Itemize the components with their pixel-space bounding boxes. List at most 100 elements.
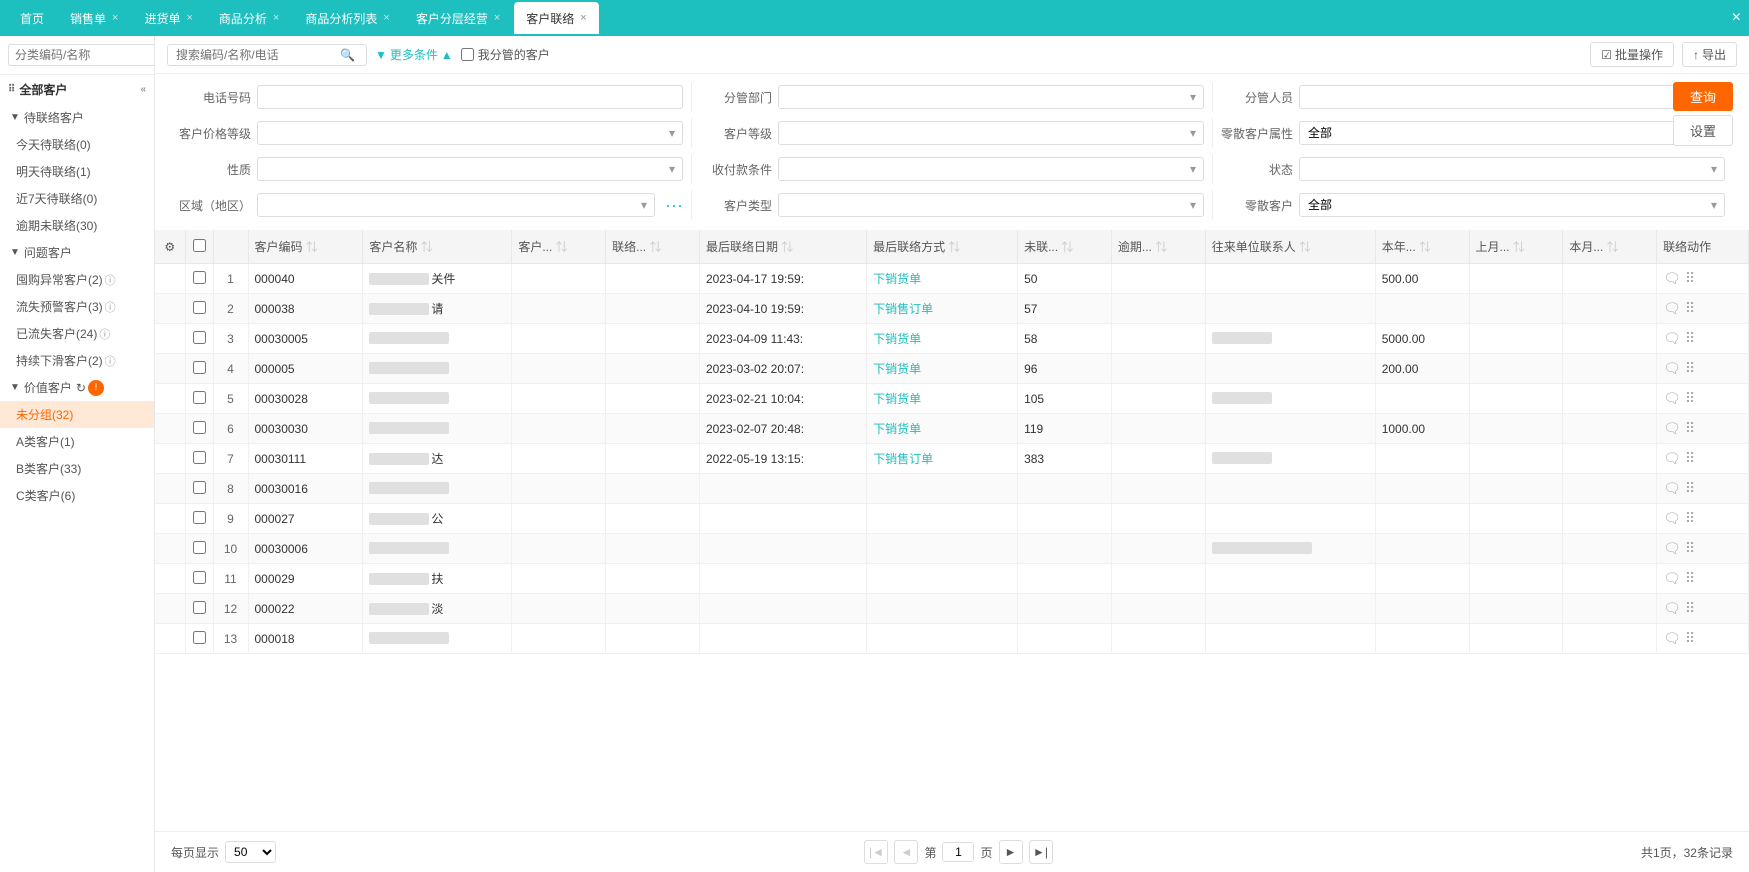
tab-customer-contact[interactable]: 客户联络 × (514, 2, 598, 34)
row-checkbox[interactable] (185, 564, 213, 594)
phone-action-icon[interactable]: 🗨 (1663, 450, 1681, 467)
sidebar-item-churned[interactable]: 已流失客户(24) ⓘ (0, 320, 154, 347)
tab-goods-analysis[interactable]: 商品分析 × (207, 2, 291, 34)
phone-action-icon[interactable]: 🗨 (1663, 570, 1681, 587)
row-checkbox[interactable] (185, 474, 213, 504)
all-customers-header[interactable]: ⠿ 全部客户 « (0, 75, 154, 104)
row-gear[interactable] (155, 294, 185, 324)
page-number-input[interactable] (942, 842, 974, 862)
phone-action-icon[interactable]: 🗨 (1663, 540, 1681, 557)
row-checkbox[interactable] (185, 414, 213, 444)
last-page-btn[interactable]: ►| (1029, 840, 1053, 864)
row-checkbox[interactable] (185, 534, 213, 564)
sidebar-item-churn-warn[interactable]: 流失预警客户(3) ⓘ (0, 293, 154, 320)
payment-select[interactable] (778, 157, 1204, 181)
phone-action-icon[interactable]: 🗨 (1663, 420, 1681, 437)
more-action-icon[interactable]: ⠿ (1685, 330, 1695, 347)
th-last-contact-method[interactable]: 最后联络方式 ⇅ (867, 230, 1018, 264)
more-action-icon[interactable]: ⠿ (1685, 630, 1695, 647)
row-checkbox[interactable] (185, 264, 213, 294)
row-checkbox[interactable] (185, 444, 213, 474)
th-type[interactable]: 客户... ⇅ (512, 230, 606, 264)
more-action-icon[interactable]: ⠿ (1685, 450, 1695, 467)
more-action-icon[interactable]: ⠿ (1685, 270, 1695, 287)
row-gear[interactable] (155, 384, 185, 414)
row-gear[interactable] (155, 324, 185, 354)
th-this-year[interactable]: 本年... ⇅ (1375, 230, 1469, 264)
sidebar-item-hoard[interactable]: 囤购异常客户(2) ⓘ (0, 266, 154, 293)
th-no-contact[interactable]: 未联... ⇅ (1018, 230, 1112, 264)
row-checkbox[interactable] (185, 324, 213, 354)
th-last-month[interactable]: 上月... ⇅ (1469, 230, 1563, 264)
next-page-btn[interactable]: ► (999, 840, 1023, 864)
phone-action-icon[interactable]: 🗨 (1663, 270, 1681, 287)
phone-action-icon[interactable]: 🗨 (1663, 360, 1681, 377)
tab-sales[interactable]: 销售单 × (58, 2, 130, 34)
status-select[interactable] (1299, 157, 1725, 181)
sidebar-item-overdue[interactable]: 逾期未联络(30) (0, 212, 154, 239)
pending-group-header[interactable]: ▼ 待联络客户 (0, 104, 154, 131)
row-checkbox[interactable] (185, 504, 213, 534)
th-gear[interactable]: ⚙ (155, 230, 185, 264)
th-overdue[interactable]: 逾期... ⇅ (1111, 230, 1205, 264)
more-action-icon[interactable]: ⠿ (1685, 420, 1695, 437)
more-action-icon[interactable]: ⠿ (1685, 390, 1695, 407)
region-select[interactable] (257, 193, 655, 217)
row-gear[interactable] (155, 354, 185, 384)
th-check[interactable] (185, 230, 213, 264)
row-gear[interactable] (155, 594, 185, 624)
row-checkbox[interactable] (185, 624, 213, 654)
phone-action-icon[interactable]: 🗨 (1663, 630, 1681, 647)
row-checkbox[interactable] (185, 294, 213, 324)
select-all-checkbox[interactable] (193, 239, 206, 252)
more-action-icon[interactable]: ⠿ (1685, 570, 1695, 587)
sidebar-item-b-class[interactable]: B类客户(33) (0, 455, 154, 482)
score-refresh-icon[interactable]: ↻ (76, 381, 86, 395)
filter-search-input[interactable] (176, 48, 336, 62)
row-gear[interactable] (155, 414, 185, 444)
row-checkbox[interactable] (185, 354, 213, 384)
cust-level-select[interactable] (778, 121, 1204, 145)
tab-home[interactable]: 首页 (8, 2, 56, 34)
phone-action-icon[interactable]: 🗨 (1663, 510, 1681, 527)
more-action-icon[interactable]: ⠿ (1685, 600, 1695, 617)
sidebar-item-tomorrow[interactable]: 明天待联络(1) (0, 158, 154, 185)
tab-purchase-close[interactable]: × (186, 12, 192, 24)
th-unit-contact[interactable]: 往来单位联系人 ⇅ (1205, 230, 1375, 264)
phone-action-icon[interactable]: 🗨 (1663, 480, 1681, 497)
export-btn[interactable]: ↑ 导出 (1682, 42, 1737, 67)
more-action-icon[interactable]: ⠿ (1685, 480, 1695, 497)
sidebar-item-today[interactable]: 今天待联络(0) (0, 131, 154, 158)
row-gear[interactable] (155, 534, 185, 564)
sidebar-item-7days[interactable]: 近7天待联络(0) (0, 185, 154, 212)
phone-action-icon[interactable]: 🗨 (1663, 390, 1681, 407)
staff-select[interactable] (1299, 85, 1697, 109)
tab-goods-analysis-close[interactable]: × (273, 12, 279, 24)
phone-input[interactable] (257, 85, 683, 109)
sidebar-item-c-class[interactable]: C类客户(6) (0, 482, 154, 509)
my-customers-checkbox[interactable] (461, 48, 474, 61)
row-gear[interactable] (155, 474, 185, 504)
phone-action-icon[interactable]: 🗨 (1663, 330, 1681, 347)
adv-more-2[interactable]: ··· (665, 195, 683, 216)
query-button[interactable]: 查询 (1673, 82, 1733, 111)
row-gear[interactable] (155, 564, 185, 594)
row-gear[interactable] (155, 444, 185, 474)
row-gear[interactable] (155, 624, 185, 654)
row-gear[interactable] (155, 504, 185, 534)
th-code[interactable]: 客户编码 ⇅ (248, 230, 363, 264)
more-action-icon[interactable]: ⠿ (1685, 540, 1695, 557)
th-last-contact-date[interactable]: 最后联络日期 ⇅ (699, 230, 866, 264)
row-checkbox[interactable] (185, 594, 213, 624)
tab-customer-layer[interactable]: 客户分层经营 × (404, 2, 512, 34)
prev-page-btn[interactable]: ◄ (894, 840, 918, 864)
sidebar-item-ungroup[interactable]: 未分组(32) (0, 401, 154, 428)
th-contact[interactable]: 联络... ⇅ (606, 230, 700, 264)
tab-goods-list[interactable]: 商品分析列表 × (293, 2, 401, 34)
sidebar-search-input[interactable] (8, 44, 155, 66)
score-group-header[interactable]: ▼ 价值客户 ↻ ! (0, 374, 154, 401)
nature-select[interactable] (257, 157, 683, 181)
batch-operation-btn[interactable]: ☑ 批量操作 (1590, 42, 1674, 67)
phone-action-icon[interactable]: 🗨 (1663, 600, 1681, 617)
more-conditions-btn[interactable]: ▼ 更多条件 ▲ (375, 46, 453, 63)
